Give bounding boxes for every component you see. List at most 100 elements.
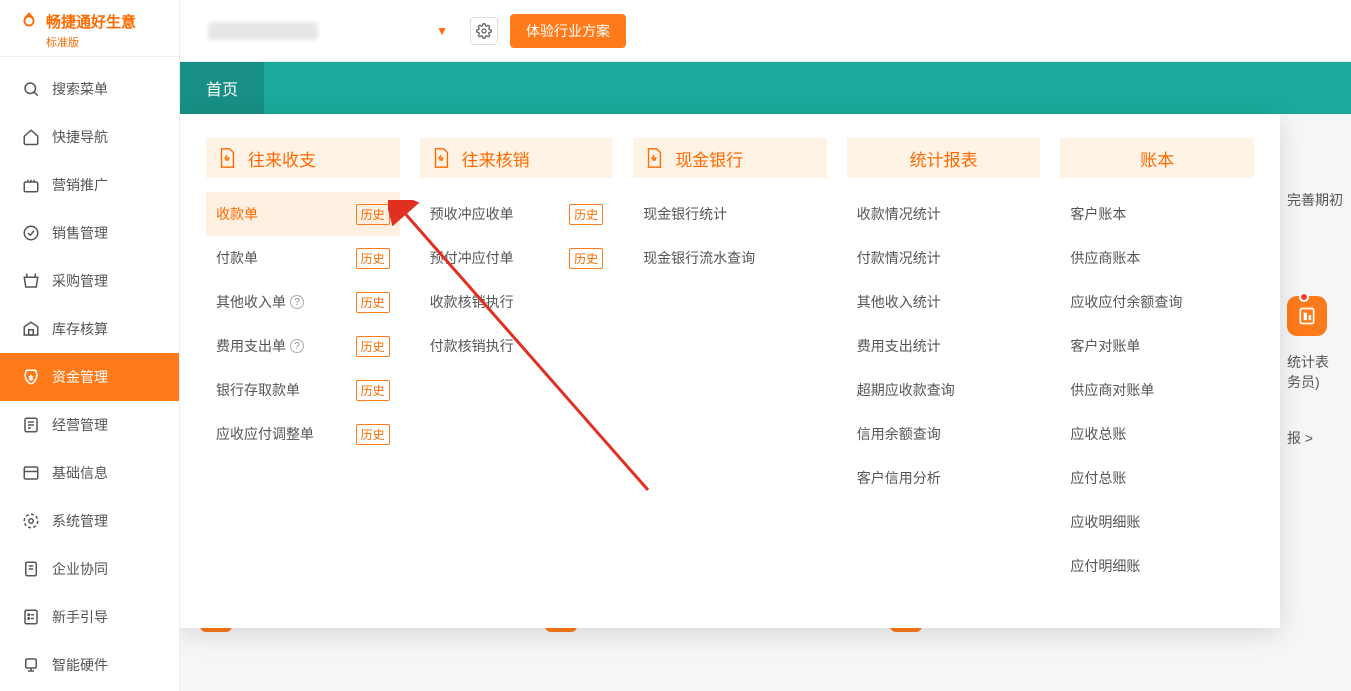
mega-item[interactable]: 付款核销执行 xyxy=(420,324,614,368)
history-tag[interactable]: 历史 xyxy=(356,248,390,269)
sidebar-item-search[interactable]: 搜索菜单 xyxy=(0,65,179,113)
mega-item[interactable]: 费用支出统计 xyxy=(847,324,1041,368)
right-panel-text: 统计表 xyxy=(1287,354,1329,370)
mega-item-label: 应付明细账 xyxy=(1070,556,1140,576)
mega-item[interactable]: 供应商账本 xyxy=(1060,236,1254,280)
history-tag[interactable]: 历史 xyxy=(569,204,603,225)
sidebar-item-sales[interactable]: 销售管理 xyxy=(0,209,179,257)
purchase-icon xyxy=(22,272,40,290)
mega-item[interactable]: 应付总账 xyxy=(1060,456,1254,500)
sidebar-item-label: 快捷导航 xyxy=(52,127,108,147)
side-nav: 搜索菜单快捷导航营销推广销售管理采购管理库存核算资金管理经营管理基础信息系统管理… xyxy=(0,57,179,689)
history-tag[interactable]: 历史 xyxy=(356,380,390,401)
mega-item-label: 付款情况统计 xyxy=(857,248,941,268)
sidebar-item-hardware[interactable]: 智能硬件 xyxy=(0,641,179,689)
collab-icon xyxy=(22,560,40,578)
mega-column-title: 现金银行 xyxy=(675,146,743,171)
industry-plan-button[interactable]: 体验行业方案 xyxy=(510,14,626,48)
history-tag[interactable]: 历史 xyxy=(356,336,390,357)
mega-item[interactable]: 超期应收款查询 xyxy=(847,368,1041,412)
notification-dot-icon xyxy=(1299,292,1309,302)
mega-column-title: 统计报表 xyxy=(910,146,978,171)
mega-item[interactable]: 收款情况统计 xyxy=(847,192,1041,236)
mega-item[interactable]: 应收总账 xyxy=(1060,412,1254,456)
mega-item[interactable]: 其他收入统计 xyxy=(847,280,1041,324)
sidebar-item-inventory[interactable]: 库存核算 xyxy=(0,305,179,353)
mega-column-header: 往来收支 xyxy=(206,138,400,178)
history-tag[interactable]: 历史 xyxy=(569,248,603,269)
settings-button[interactable] xyxy=(470,17,498,45)
mega-item-label: 供应商对账单 xyxy=(1070,380,1154,400)
topbar: ▼ 体验行业方案 xyxy=(180,0,1351,62)
mega-item[interactable]: 现金银行流水查询 xyxy=(633,236,827,280)
mega-item-label: 客户对账单 xyxy=(1070,336,1140,356)
mega-item[interactable]: 收款核销执行 xyxy=(420,280,614,324)
sidebar-item-system[interactable]: 系统管理 xyxy=(0,497,179,545)
sidebar-item-label: 采购管理 xyxy=(52,271,108,291)
mega-item[interactable]: 费用支出单? 历史 xyxy=(206,324,400,368)
mega-item[interactable]: 应收应付调整单历史 xyxy=(206,412,400,456)
mega-item-label: 应收总账 xyxy=(1070,424,1126,444)
mega-item[interactable]: 付款单 历史 xyxy=(206,236,400,280)
ops-icon xyxy=(22,416,40,434)
mega-item[interactable]: 应收明细账 xyxy=(1060,500,1254,544)
sidebar-item-quicknav[interactable]: 快捷导航 xyxy=(0,113,179,161)
sidebar-item-guide[interactable]: 新手引导 xyxy=(0,593,179,641)
mega-item-label: 费用支出统计 xyxy=(857,336,941,356)
mega-item[interactable]: 收款单历史 xyxy=(206,192,400,236)
sidebar: 畅捷通好生意 标准版 搜索菜单快捷导航营销推广销售管理采购管理库存核算资金管理经… xyxy=(0,0,180,691)
doc-yen-icon xyxy=(216,147,238,169)
org-selector[interactable]: ▼ xyxy=(198,14,458,48)
sidebar-item-collab[interactable]: 企业协同 xyxy=(0,545,179,593)
mega-item-label: 费用支出单? xyxy=(216,336,304,356)
mega-item[interactable]: 付款情况统计 xyxy=(847,236,1041,280)
mega-item[interactable]: 信用余额查询 xyxy=(847,412,1041,456)
sidebar-item-purchase[interactable]: 采购管理 xyxy=(0,257,179,305)
mega-item-label: 其他收入统计 xyxy=(857,292,941,312)
right-panel-link-stat-table[interactable]: 统计表 务员) xyxy=(1287,352,1329,392)
brand-area: 畅捷通好生意 标准版 xyxy=(0,0,179,57)
gear-icon xyxy=(476,23,492,39)
mega-item[interactable]: 现金银行统计 xyxy=(633,192,827,236)
mega-item[interactable]: 客户账本 xyxy=(1060,192,1254,236)
doc-yen-icon xyxy=(430,147,452,169)
report-icon xyxy=(1297,306,1317,326)
history-tag[interactable]: 历史 xyxy=(356,424,390,445)
history-tag[interactable]: 历史 xyxy=(356,292,390,313)
history-tag[interactable]: 历史 xyxy=(356,204,390,225)
mega-item[interactable]: 客户对账单 xyxy=(1060,324,1254,368)
mega-column-header: 账本 xyxy=(1060,138,1254,178)
mega-column-4: 账本客户账本供应商账本应收应付余额查询客户对账单供应商对账单应收总账应付总账应收… xyxy=(1050,138,1264,588)
mega-item-label: 应付总账 xyxy=(1070,468,1126,488)
mega-item[interactable]: 供应商对账单 xyxy=(1060,368,1254,412)
funds-icon xyxy=(22,368,40,386)
mega-item[interactable]: 预付冲应付单历史 xyxy=(420,236,614,280)
sidebar-item-label: 新手引导 xyxy=(52,607,108,627)
right-panel-link-report[interactable]: 报 > xyxy=(1287,428,1313,448)
tab-home[interactable]: 首页 xyxy=(180,62,264,114)
mega-item[interactable]: 预收冲应收单历史 xyxy=(420,192,614,236)
sidebar-item-marketing[interactable]: 营销推广 xyxy=(0,161,179,209)
sidebar-item-funds[interactable]: 资金管理 xyxy=(0,353,179,401)
quicknav-icon xyxy=(22,128,40,146)
mega-column-header: 统计报表 xyxy=(847,138,1041,178)
mega-item-label: 应收明细账 xyxy=(1070,512,1140,532)
right-panel-text: 完善期初 xyxy=(1287,192,1343,208)
mega-item[interactable]: 其他收入单?历史 xyxy=(206,280,400,324)
sidebar-item-ops[interactable]: 经营管理 xyxy=(0,401,179,449)
mega-item-label: 付款单 xyxy=(216,248,258,268)
mega-item[interactable]: 应付明细账 xyxy=(1060,544,1254,588)
org-name-blurred xyxy=(208,22,318,40)
mega-item[interactable]: 银行存取款单历史 xyxy=(206,368,400,412)
brand-name: 畅捷通好生意 xyxy=(46,11,136,32)
sidebar-item-label: 销售管理 xyxy=(52,223,108,243)
mega-item[interactable]: 应收应付余额查询 xyxy=(1060,280,1254,324)
brand-edition: 标准版 xyxy=(46,34,161,50)
sidebar-item-basicinfo[interactable]: 基础信息 xyxy=(0,449,179,497)
right-panel-quick-icon[interactable] xyxy=(1287,296,1327,336)
right-panel-link-complete-opening[interactable]: 完善期初 xyxy=(1287,190,1343,210)
mega-item[interactable]: 客户信用分析 xyxy=(847,456,1041,500)
sidebar-item-label: 智能硬件 xyxy=(52,655,108,675)
sales-icon xyxy=(22,224,40,242)
sidebar-item-label: 搜索菜单 xyxy=(52,79,108,99)
